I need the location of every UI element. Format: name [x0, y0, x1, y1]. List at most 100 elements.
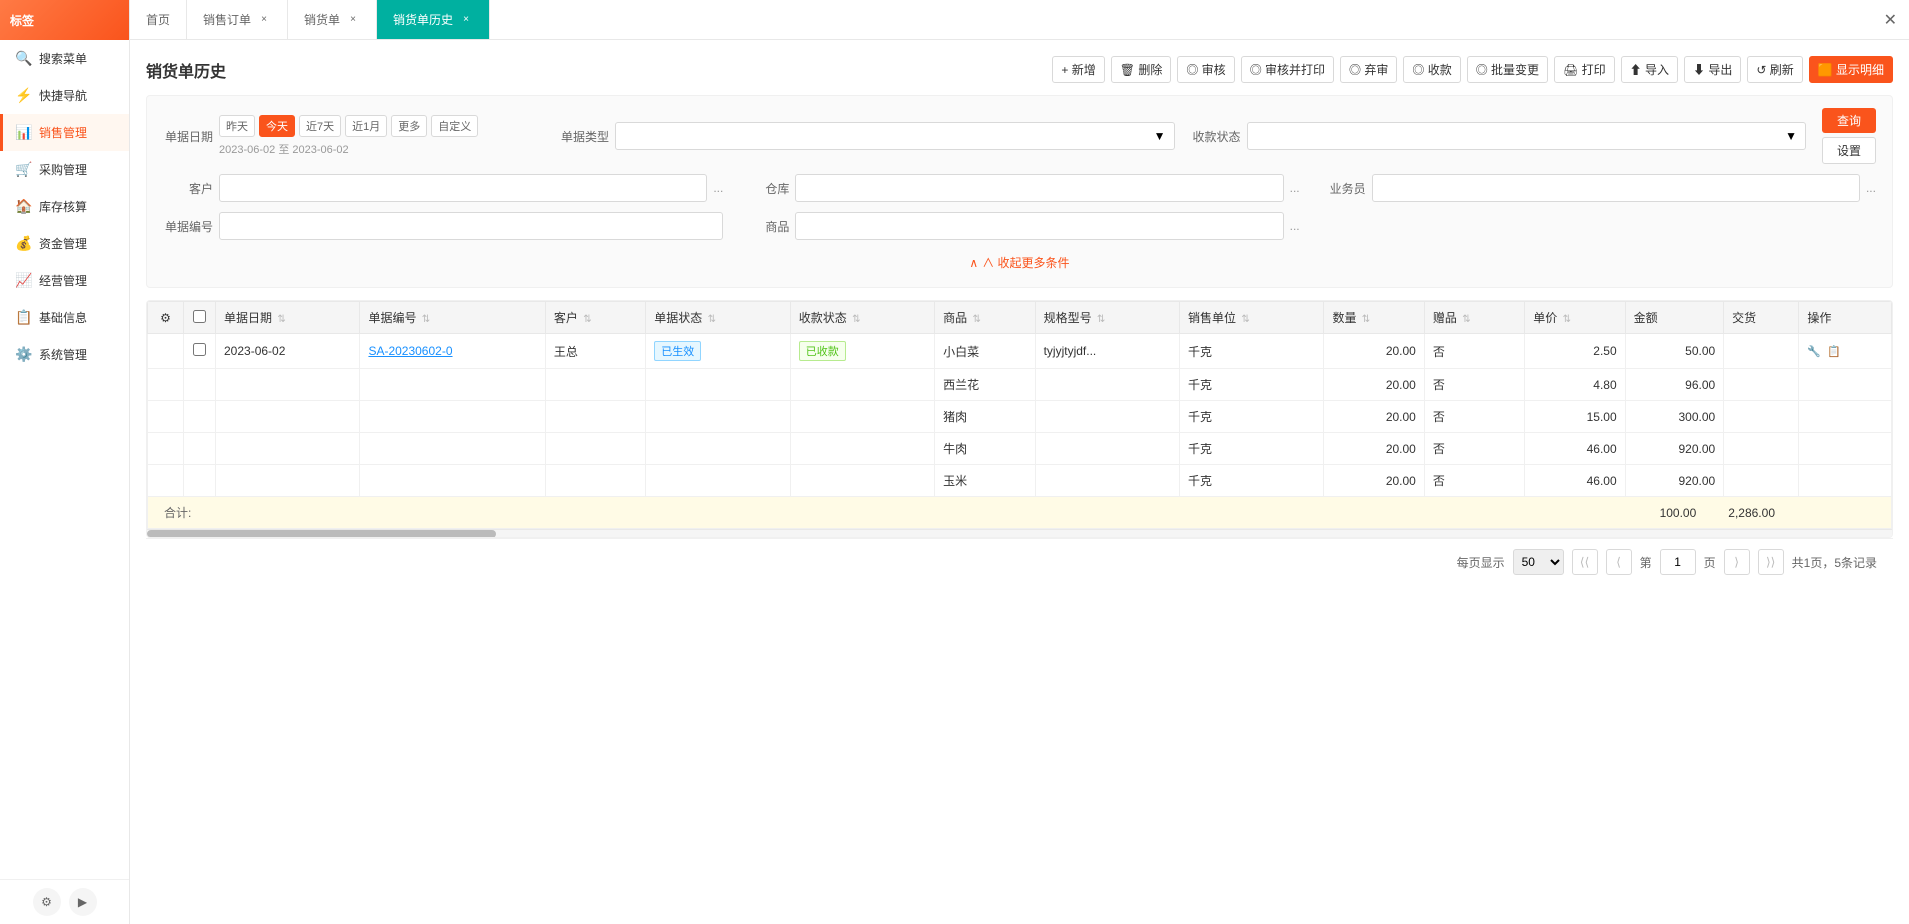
date-btn-7days[interactable]: 近7天 — [299, 115, 341, 137]
filter-collect-status-select[interactable]: ▼ — [1247, 122, 1807, 150]
query-button[interactable]: 查询 — [1822, 108, 1876, 133]
collect-button[interactable]: ◎ 收款 — [1403, 56, 1460, 83]
filter-collect-status-field: 收款状态 ▼ — [1191, 122, 1807, 150]
tabs-close-all[interactable]: ✕ — [1884, 10, 1897, 30]
sidebar-item-base-info[interactable]: 📋 基础信息 — [0, 299, 129, 336]
quick-nav-icon: ⚡ — [15, 87, 31, 104]
date-btn-more[interactable]: 更多 — [391, 115, 427, 137]
row-checkbox[interactable] — [193, 343, 206, 356]
refresh-button[interactable]: ↺ 刷新 — [1747, 56, 1802, 83]
sidebar-item-inventory[interactable]: 🏠 库存核算 — [0, 188, 129, 225]
scrollbar-thumb[interactable] — [147, 530, 496, 538]
sidebar-item-quick-nav[interactable]: ⚡ 快捷导航 — [0, 77, 129, 114]
sort-icon-spec: ⇅ — [1097, 314, 1105, 325]
col-qty[interactable]: 数量 ⇅ — [1324, 302, 1424, 334]
col-spec[interactable]: 规格型号 ⇅ — [1035, 302, 1179, 334]
abandon-button[interactable]: ◎ 弃审 — [1340, 56, 1397, 83]
filter-salesperson-input[interactable] — [1372, 174, 1860, 202]
set-button[interactable]: 设置 — [1822, 137, 1876, 164]
delete-button[interactable]: 🗑 删除 — [1111, 56, 1172, 83]
cell-goods: 小白菜 — [935, 334, 1035, 369]
footer-label: 合计: — [164, 504, 191, 521]
page-next-btn[interactable]: ⟩ — [1724, 549, 1750, 575]
date-btn-custom[interactable]: 自定义 — [431, 115, 478, 137]
filter-goods-dots[interactable]: ... — [1290, 219, 1300, 233]
per-page-select[interactable]: 50 20 100 — [1513, 549, 1564, 575]
audit-button[interactable]: ◎ 审核 — [1177, 56, 1234, 83]
date-btn-1month[interactable]: 近1月 — [345, 115, 387, 137]
cell-doc-status — [646, 433, 790, 465]
filter-warehouse-dots[interactable]: ... — [1290, 181, 1300, 195]
cell-price: 46.00 — [1525, 465, 1625, 497]
col-settings[interactable]: ⚙ — [148, 302, 184, 334]
date-btn-yesterday[interactable]: 昨天 — [219, 115, 255, 137]
col-gift[interactable]: 赠品 ⇅ — [1424, 302, 1524, 334]
sidebar-item-sales-mgmt[interactable]: 📊 销售管理 — [0, 114, 129, 151]
export-button[interactable]: ⬇ 导出 — [1684, 56, 1741, 83]
cell-collect-status — [790, 401, 934, 433]
batch-change-button[interactable]: ◎ 批量变更 — [1467, 56, 1548, 83]
sidebar-item-sys-mgmt[interactable]: ⚙️ 系统管理 — [0, 336, 129, 373]
add-button[interactable]: + 新增 — [1052, 56, 1104, 83]
sales-mgmt-icon: 📊 — [15, 124, 31, 141]
filter-docno-input[interactable] — [219, 212, 723, 240]
page-label: 第 — [1640, 554, 1652, 571]
date-btn-today[interactable]: 今天 — [259, 115, 295, 137]
sidebar-item-search-menu[interactable]: 🔍 搜索菜单 — [0, 40, 129, 77]
date-shortcuts: 昨天 今天 近7天 近1月 更多 自定义 — [219, 115, 478, 137]
sidebar-item-purchase-mgmt[interactable]: 🛒 采购管理 — [0, 151, 129, 188]
filter-goods-input[interactable] — [795, 212, 1283, 240]
doc-no-link[interactable]: SA-20230602-0 — [368, 344, 452, 358]
col-doc-status[interactable]: 单据状态 ⇅ — [646, 302, 790, 334]
filter-customer-field: 客户 ... — [163, 174, 723, 202]
page-first-btn[interactable]: ⟨⟨ — [1572, 549, 1598, 575]
page-prev-btn[interactable]: ⟨ — [1606, 549, 1632, 575]
col-goods[interactable]: 商品 ⇅ — [935, 302, 1035, 334]
search-menu-icon: 🔍 — [15, 50, 31, 67]
tab-sales-order[interactable]: 销售订单 × — [187, 0, 288, 39]
page-input[interactable] — [1660, 549, 1696, 575]
sidebar-item-finance[interactable]: 💰 资金管理 — [0, 225, 129, 262]
cell-price: 46.00 — [1525, 433, 1625, 465]
col-no[interactable]: 单据编号 ⇅ — [360, 302, 545, 334]
cell-settings — [148, 369, 184, 401]
col-price[interactable]: 单价 ⇅ — [1525, 302, 1625, 334]
tab-sales-order-close[interactable]: × — [257, 13, 271, 27]
tabs-right: ✕ — [1872, 0, 1909, 39]
col-collect-status[interactable]: 收款状态 ⇅ — [790, 302, 934, 334]
tab-sales-goods-close[interactable]: × — [346, 13, 360, 27]
print-button[interactable]: 🖨 打印 — [1554, 56, 1615, 83]
col-customer[interactable]: 客户 ⇅ — [545, 302, 645, 334]
row-copy-btn[interactable]: 📋 — [1827, 345, 1841, 358]
page-last-btn[interactable]: ⟩⟩ — [1758, 549, 1784, 575]
horizontal-scrollbar[interactable] — [147, 529, 1892, 537]
cell-gift: 否 — [1424, 465, 1524, 497]
tab-sales-goods[interactable]: 销货单 × — [288, 0, 377, 39]
cell-no — [360, 401, 545, 433]
sort-icon-qty: ⇅ — [1362, 314, 1370, 325]
col-transaction: 交货 — [1724, 302, 1799, 334]
show-detail-button[interactable]: 🟧 显示明细 — [1809, 56, 1893, 83]
cell-transaction — [1724, 433, 1799, 465]
col-date[interactable]: 单据日期 ⇅ — [216, 302, 360, 334]
tab-home[interactable]: 首页 — [130, 0, 187, 39]
filter-doctype-select[interactable]: ▼ — [615, 122, 1175, 150]
filter-row-1: 单据日期 昨天 今天 近7天 近1月 更多 自定义 2023-06-02 至 2… — [163, 108, 1876, 164]
audit-print-button[interactable]: ◎ 审核并打印 — [1241, 56, 1334, 83]
filter-salesperson-dots[interactable]: ... — [1866, 181, 1876, 195]
filter-customer-dots[interactable]: ... — [713, 181, 723, 195]
tab-sales-history[interactable]: 销货单历史 × — [377, 0, 490, 39]
sidebar-item-operations[interactable]: 📈 经营管理 — [0, 262, 129, 299]
select-all-checkbox[interactable] — [193, 310, 206, 323]
sidebar-settings-btn[interactable]: ⚙ — [33, 888, 61, 916]
sort-icon-collect-status: ⇅ — [852, 314, 860, 325]
sort-icon-doc-status: ⇅ — [708, 314, 716, 325]
collapse-filter-btn[interactable]: ∧ ∧ 收起更多条件 — [163, 250, 1876, 275]
row-edit-btn[interactable]: 🔧 — [1807, 345, 1821, 358]
col-unit[interactable]: 销售单位 ⇅ — [1180, 302, 1324, 334]
sidebar-collapse-btn[interactable]: ▶ — [69, 888, 97, 916]
filter-customer-input[interactable] — [219, 174, 707, 202]
import-button[interactable]: ⬆ 导入 — [1621, 56, 1678, 83]
tab-sales-history-close[interactable]: × — [459, 13, 473, 27]
filter-warehouse-input[interactable] — [795, 174, 1283, 202]
